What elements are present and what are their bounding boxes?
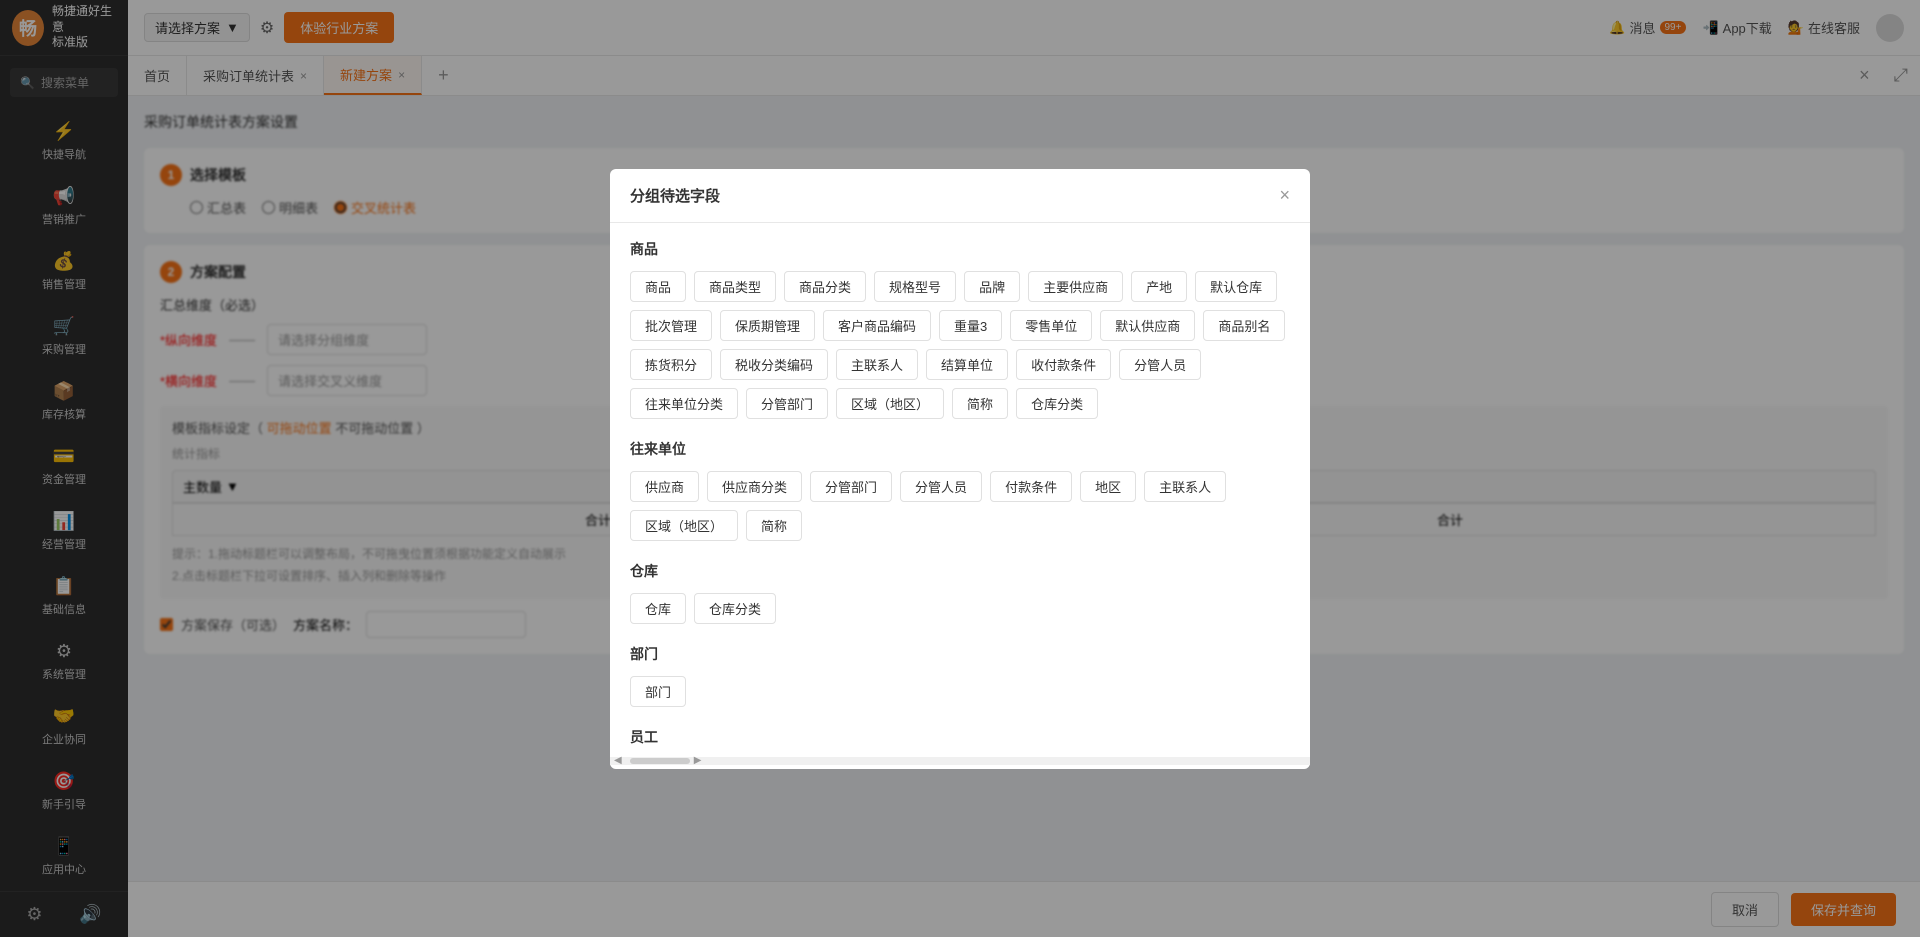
field-tag[interactable]: 区域（地区）: [836, 388, 944, 419]
field-tag[interactable]: 主要供应商: [1028, 271, 1123, 302]
field-tag[interactable]: 往来单位分类: [630, 388, 738, 419]
field-tag[interactable]: 保质期管理: [720, 310, 815, 341]
field-tag[interactable]: 简称: [746, 510, 802, 541]
partner-section: 往来单位 供应商供应商分类分管部门分管人员付款条件地区主联系人区域（地区） 简称: [630, 439, 1290, 541]
scrollbar-thumb[interactable]: [630, 758, 690, 764]
field-tag[interactable]: 部门: [630, 676, 686, 707]
field-tag[interactable]: 规格型号: [874, 271, 956, 302]
modal-body: 商品 商品商品类型商品分类规格型号品牌主要供应商产地默认仓库批次管理保质期管理客…: [610, 223, 1310, 753]
warehouse-section-title: 仓库: [630, 561, 1290, 581]
partner-section-title: 往来单位: [630, 439, 1290, 459]
field-tag[interactable]: 付款条件: [990, 471, 1072, 502]
field-tag[interactable]: 税收分类编码: [720, 349, 828, 380]
department-section-title: 部门: [630, 644, 1290, 664]
field-tag[interactable]: 拣货积分: [630, 349, 712, 380]
field-tag[interactable]: 商品类型: [694, 271, 776, 302]
warehouse-section: 仓库 仓库仓库分类: [630, 561, 1290, 624]
field-tag[interactable]: 简称: [952, 388, 1008, 419]
field-tag[interactable]: 主联系人: [836, 349, 918, 380]
modal-close-button[interactable]: ×: [1279, 185, 1290, 206]
field-tag[interactable]: 主联系人: [1144, 471, 1226, 502]
field-tag[interactable]: 商品别名: [1203, 310, 1285, 341]
department-fields: 部门: [630, 676, 1290, 707]
warehouse-fields: 仓库仓库分类: [630, 593, 1290, 624]
field-tag[interactable]: 地区: [1080, 471, 1136, 502]
field-tag[interactable]: 结算单位: [926, 349, 1008, 380]
field-tag[interactable]: 仓库分类: [694, 593, 776, 624]
field-tag[interactable]: 仓库: [630, 593, 686, 624]
field-tag[interactable]: 分管部门: [810, 471, 892, 502]
partner-fields: 供应商供应商分类分管部门分管人员付款条件地区主联系人区域（地区） 简称: [630, 471, 1290, 541]
field-tag[interactable]: 默认仓库: [1195, 271, 1277, 302]
modal-header: 分组待选字段 ×: [610, 169, 1310, 223]
field-tag[interactable]: 分管人员: [900, 471, 982, 502]
modal-overlay: 分组待选字段 × 商品 商品商品类型商品分类规格型号品牌主要供应商产地默认仓库批…: [0, 0, 1920, 937]
field-tag[interactable]: 分管部门: [746, 388, 828, 419]
field-tag[interactable]: 供应商分类: [707, 471, 802, 502]
field-tag[interactable]: 默认供应商: [1100, 310, 1195, 341]
scrollbar-right-arrow[interactable]: ▶: [690, 755, 706, 766]
modal-footer: ◀ ▶: [610, 753, 1310, 769]
field-tag[interactable]: 商品分类: [784, 271, 866, 302]
horizontal-scrollbar[interactable]: ◀ ▶: [610, 757, 1310, 765]
field-tag[interactable]: 收付款条件: [1016, 349, 1111, 380]
modal-title: 分组待选字段: [630, 185, 720, 206]
field-tag[interactable]: 批次管理: [630, 310, 712, 341]
field-tag[interactable]: 仓库分类: [1016, 388, 1098, 419]
scrollbar-left-arrow[interactable]: ◀: [610, 755, 626, 766]
field-tag[interactable]: 区域（地区）: [630, 510, 738, 541]
employee-section-title: 员工: [630, 727, 1290, 747]
field-tag[interactable]: 商品: [630, 271, 686, 302]
field-tag[interactable]: 客户商品编码: [823, 310, 931, 341]
field-tag[interactable]: 供应商: [630, 471, 699, 502]
field-tag[interactable]: 零售单位: [1010, 310, 1092, 341]
product-fields: 商品商品类型商品分类规格型号品牌主要供应商产地默认仓库批次管理保质期管理客户商品…: [630, 271, 1290, 419]
product-section: 商品 商品商品类型商品分类规格型号品牌主要供应商产地默认仓库批次管理保质期管理客…: [630, 239, 1290, 419]
field-tag[interactable]: 分管人员: [1119, 349, 1201, 380]
product-section-title: 商品: [630, 239, 1290, 259]
modal: 分组待选字段 × 商品 商品商品类型商品分类规格型号品牌主要供应商产地默认仓库批…: [610, 169, 1310, 769]
department-section: 部门 部门: [630, 644, 1290, 707]
employee-section: 员工 业务员: [630, 727, 1290, 753]
field-tag[interactable]: 产地: [1131, 271, 1187, 302]
field-tag[interactable]: 重量3: [939, 310, 1002, 341]
field-tag[interactable]: 品牌: [964, 271, 1020, 302]
